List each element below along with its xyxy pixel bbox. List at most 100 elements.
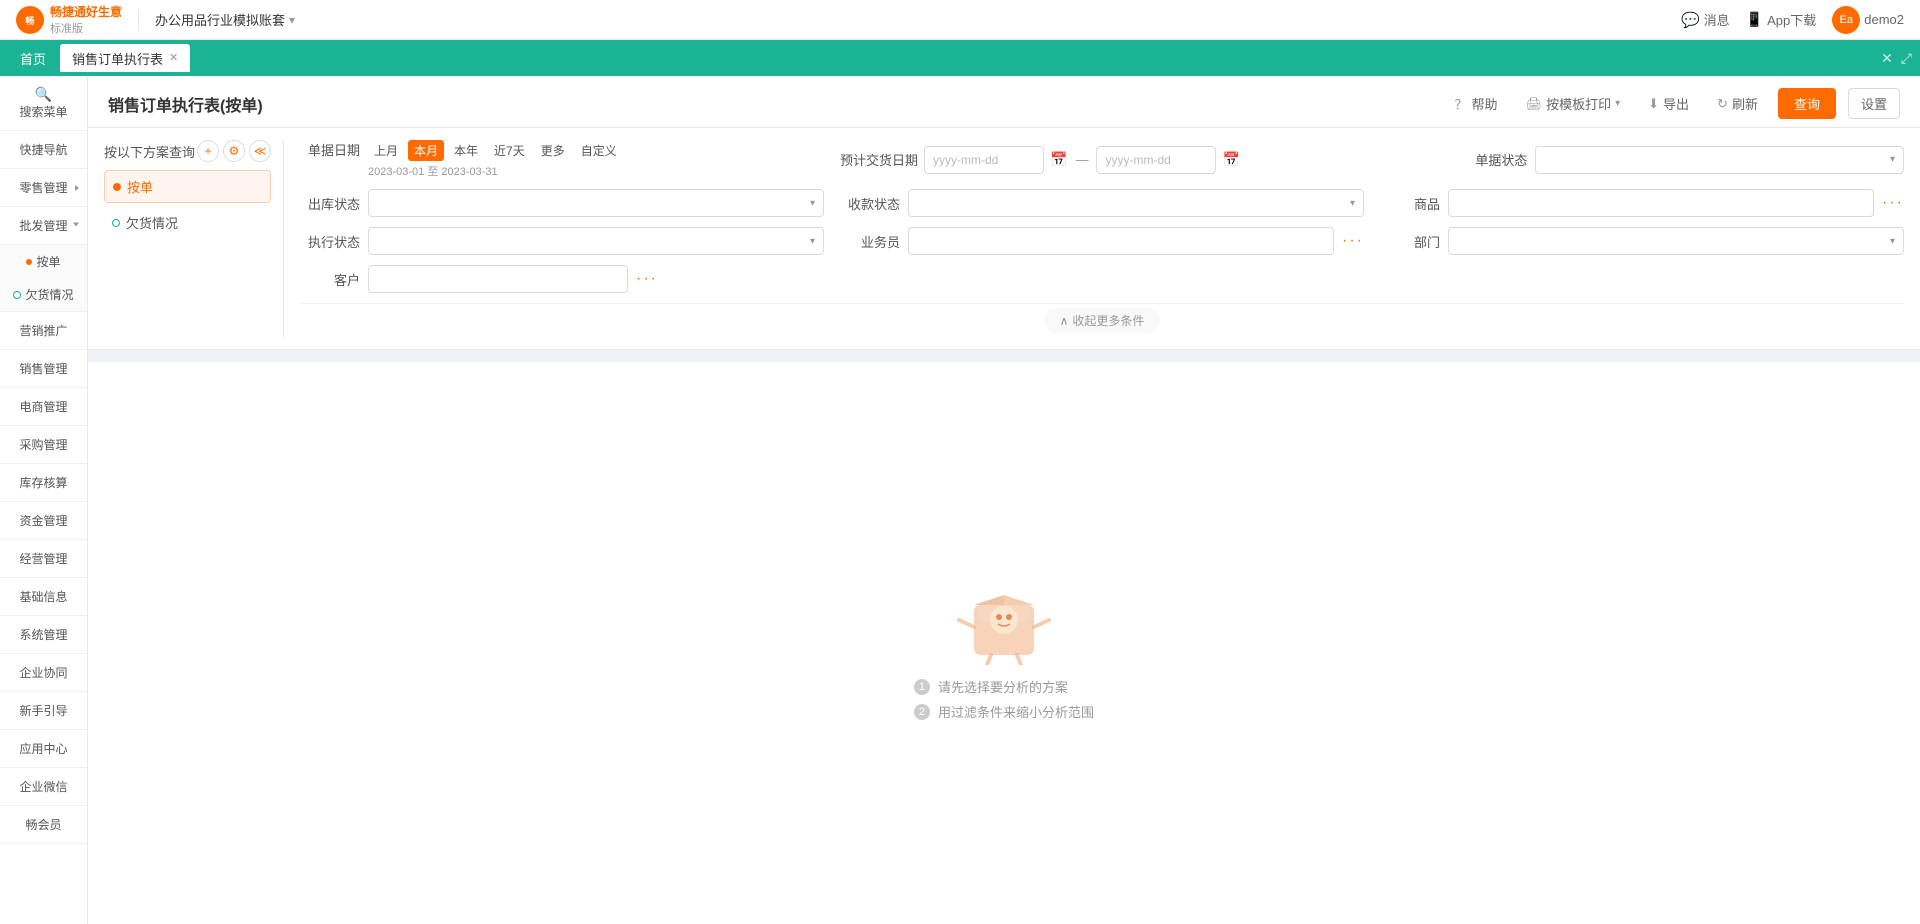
sidebar-item-purchase[interactable]: 采购管理	[0, 426, 87, 464]
receipt-status-label: 收款状态	[840, 194, 900, 213]
export-icon: ⬇	[1648, 96, 1659, 112]
receipt-status-arrow-icon: ▾	[1350, 198, 1355, 209]
sidebar-item-retail[interactable]: 零售管理	[0, 169, 87, 207]
customer-more-btn[interactable]: ···	[636, 270, 658, 288]
doc-status-select[interactable]: ▾	[1535, 146, 1904, 174]
help-btn[interactable]: ？ 帮助	[1447, 90, 1506, 117]
salesperson-input[interactable]	[908, 227, 1334, 255]
tab-home-label: 首页	[20, 49, 46, 68]
expected-date-label: 预计交货日期	[840, 150, 918, 169]
breadcrumb-text: 办公用品行业模拟账套	[155, 10, 285, 29]
sidebar-item-inventory[interactable]: 库存核算	[0, 464, 87, 502]
add-scheme-btn[interactable]: +	[197, 140, 219, 162]
empty-state: 1 请先选择要分析的方案 2 用过滤条件来缩小分析范围	[894, 505, 1114, 781]
sidebar-item-vip[interactable]: 畅会员	[0, 806, 87, 844]
refresh-icon: ↻	[1717, 96, 1728, 112]
sidebar-system-label: 系统管理	[19, 628, 67, 642]
sidebar-item-search-menu[interactable]: 🔍 搜索菜单	[0, 76, 87, 131]
collapse-btn[interactable]: ∧ 收起更多条件	[1044, 308, 1161, 333]
header-right: 💬 消息 📱 App下载 Ea demo2	[1681, 6, 1904, 34]
sidebar-finance-label: 资金管理	[19, 514, 67, 528]
refresh-btn[interactable]: ↻ 刷新	[1709, 90, 1766, 117]
date-label: 单据日期	[300, 140, 360, 159]
sidebar-item-newbie[interactable]: 新手引导	[0, 692, 87, 730]
message-label: 消息	[1704, 10, 1730, 29]
expected-date-end-placeholder: yyyy-mm-dd	[1105, 153, 1170, 167]
settings-scheme-btn[interactable]: ⚙	[223, 140, 245, 162]
receipt-status-select[interactable]: ▾	[908, 189, 1364, 217]
customer-input[interactable]	[368, 265, 628, 293]
dept-label: 部门	[1380, 232, 1440, 251]
goods-more-btn[interactable]: ···	[1882, 194, 1904, 212]
message-btn[interactable]: 💬 消息	[1681, 10, 1730, 29]
expand-icon[interactable]: ⤢	[1901, 50, 1912, 67]
ship-status-select[interactable]: ▾	[368, 189, 824, 217]
date-tab-自定义[interactable]: 自定义	[575, 140, 623, 161]
sidebar-item-marketing[interactable]: 营销推广	[0, 312, 87, 350]
sidebar-item-base-info[interactable]: 基础信息	[0, 578, 87, 616]
collapse-up-icon: ∧	[1060, 314, 1069, 328]
tab-close-icon[interactable]: ✕	[169, 53, 178, 64]
help-icon: ？	[1455, 94, 1468, 113]
breadcrumb-arrow-icon: ▾	[289, 13, 295, 27]
empty-tip-1: 1 请先选择要分析的方案	[914, 677, 1068, 696]
sidebar-sub-item-按单[interactable]: 按单	[0, 245, 87, 278]
sidebar-item-wholesale[interactable]: 批发管理	[0, 207, 87, 245]
top-header: 畅 畅捷通好生意 标准版 办公用品行业模拟账套 ▾ 💬 消息 📱 App下载 E…	[0, 0, 1920, 40]
expected-date-end-input[interactable]: yyyy-mm-dd	[1096, 146, 1216, 174]
date-tab-本年[interactable]: 本年	[448, 140, 484, 161]
sidebar-item-operations[interactable]: 经营管理	[0, 540, 87, 578]
sidebar-sub-欠货情况-label: 欠货情况	[25, 286, 73, 303]
sidebar-item-finance[interactable]: 资金管理	[0, 502, 87, 540]
tab-home[interactable]: 首页	[8, 44, 58, 72]
date-field: 单据日期 上月 本月 本年 近7天 更多 自定义 2023-03-01 至 20…	[300, 140, 824, 179]
sidebar-item-ecommerce[interactable]: 电商管理	[0, 388, 87, 426]
date-tab-更多[interactable]: 更多	[535, 140, 571, 161]
sidebar-sub-item-欠货情况[interactable]: 欠货情况	[0, 278, 87, 311]
breadcrumb[interactable]: 办公用品行业模拟账套 ▾	[155, 10, 295, 29]
tab-bar-right: ✕ ⤢	[1881, 50, 1912, 67]
tip-num-2: 2	[914, 704, 930, 720]
filter-fields: 单据日期 上月 本月 本年 近7天 更多 自定义 2023-03-01 至 20…	[284, 140, 1904, 337]
scheme-item-欠货情况[interactable]: 欠货情况	[104, 207, 271, 238]
filter-scheme-actions: + ⚙ ≪	[197, 140, 271, 162]
print-arrow-icon: ▾	[1615, 98, 1620, 109]
collapse-scheme-btn[interactable]: ≪	[249, 140, 271, 162]
table-area: 1 请先选择要分析的方案 2 用过滤条件来缩小分析范围	[88, 362, 1920, 924]
sidebar-ecommerce-label: 电商管理	[19, 400, 67, 414]
filter-scheme-header: 按以下方案查询 + ⚙ ≪	[104, 140, 271, 162]
svg-text:畅: 畅	[25, 15, 34, 26]
goods-input[interactable]	[1448, 189, 1874, 217]
tab-sales-exec[interactable]: 销售订单执行表 ✕	[60, 44, 190, 72]
sidebar-item-quick-nav[interactable]: 快捷导航	[0, 131, 87, 169]
settings-btn[interactable]: 设置	[1848, 88, 1900, 119]
date-tab-上月[interactable]: 上月	[368, 140, 404, 161]
query-btn[interactable]: 查询	[1778, 88, 1836, 119]
scheme-item-按单[interactable]: 按单	[104, 170, 271, 203]
exec-status-select[interactable]: ▾	[368, 227, 824, 255]
dept-select[interactable]: ▾	[1448, 227, 1904, 255]
sidebar-item-app-center[interactable]: 应用中心	[0, 730, 87, 768]
export-btn[interactable]: ⬇ 导出	[1640, 90, 1697, 117]
tab-bar: 首页 销售订单执行表 ✕ ✕ ⤢	[0, 40, 1920, 76]
app-download-btn[interactable]: 📱 App下载	[1746, 10, 1817, 29]
salesperson-field: 业务员 ···	[840, 227, 1364, 255]
doc-status-arrow-icon: ▾	[1890, 154, 1895, 165]
sidebar-wholesale-label: 批发管理	[19, 219, 67, 233]
date-tab-本月[interactable]: 本月	[408, 140, 444, 161]
close-window-icon[interactable]: ✕	[1881, 50, 1893, 67]
sidebar-item-sales-mgmt[interactable]: 销售管理	[0, 350, 87, 388]
filter-row-3: 执行状态 ▾ 业务员 ··· 部门	[300, 227, 1904, 255]
expected-date-start-input[interactable]: yyyy-mm-dd	[924, 146, 1044, 174]
phone-icon: 📱	[1746, 11, 1763, 28]
salesperson-more-btn[interactable]: ···	[1342, 232, 1364, 250]
collapse-btn-label: 收起更多条件	[1072, 312, 1144, 329]
date-tab-近7天[interactable]: 近7天	[488, 140, 531, 161]
sidebar-item-wechat[interactable]: 企业微信	[0, 768, 87, 806]
user-name: demo2	[1864, 12, 1904, 27]
sidebar-item-system[interactable]: 系统管理	[0, 616, 87, 654]
user-area[interactable]: Ea demo2	[1832, 6, 1904, 34]
divider	[138, 10, 139, 30]
sidebar-item-enterprise[interactable]: 企业协同	[0, 654, 87, 692]
print-btn[interactable]: 🖨 按模板打印 ▾	[1518, 90, 1629, 117]
